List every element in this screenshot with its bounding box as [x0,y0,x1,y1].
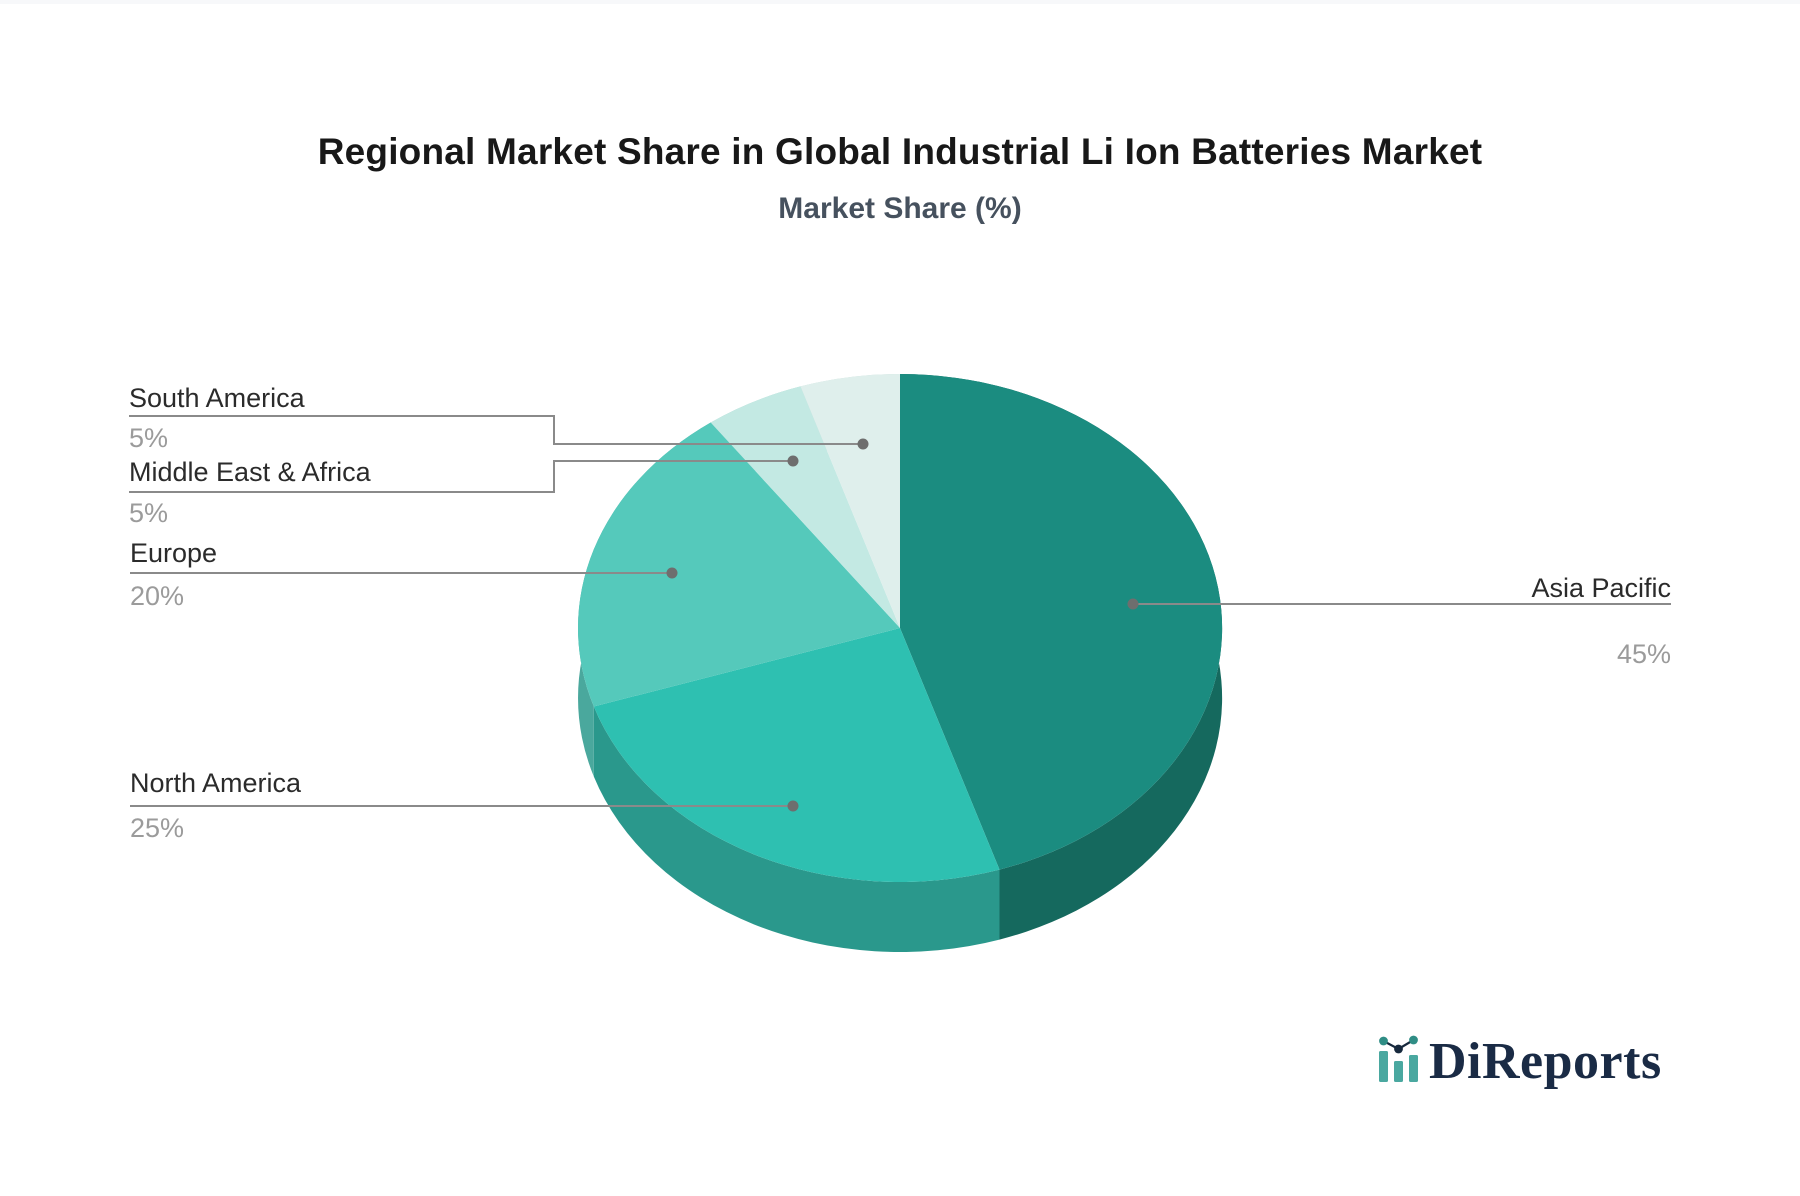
leader-dot-middle-east-africa [787,455,799,467]
slice-label-middle-east-africa: Middle East & Africa [129,457,371,487]
slice-value-south-america: 5% [129,423,169,453]
direports-logo: DiReports [1376,1034,1662,1088]
logo-text: DiReports [1429,1033,1662,1090]
leader-dot-north-america [787,800,799,812]
slice-value-north-america: 25% [130,813,185,843]
pie-chart-canvas [129,374,1671,953]
bar-line-chart-icon [1379,1035,1418,1082]
slice-value-europe: 20% [130,581,185,611]
leader-dot-asia-pacific [1127,598,1139,610]
slice-label-asia-pacific: Asia Pacific [1531,573,1671,603]
leader-dot-europe [666,567,678,579]
slice-label-north-america: North America [130,768,302,798]
leader-dot-south-america [857,438,869,450]
slice-value-asia-pacific: 45% [1616,639,1671,669]
slice-label-south-america: South America [129,383,305,413]
slice-label-europe: Europe [130,538,218,568]
slice-value-middle-east-africa: 5% [129,498,169,528]
